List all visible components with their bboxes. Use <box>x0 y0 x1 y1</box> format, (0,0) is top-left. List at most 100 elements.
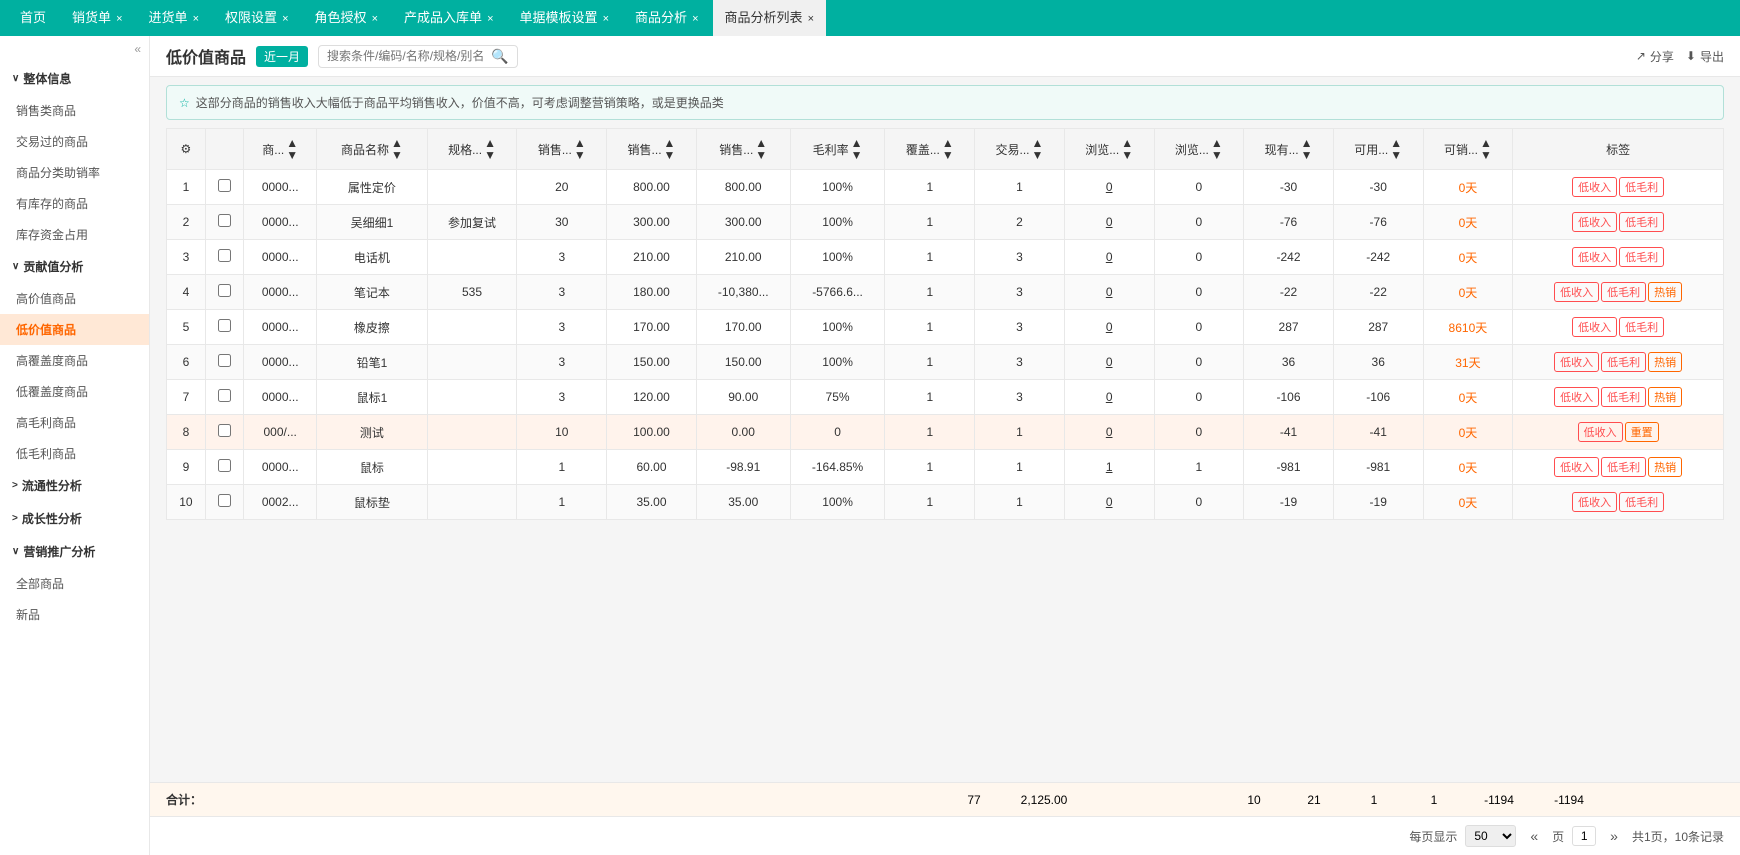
row-checkbox[interactable] <box>218 424 231 437</box>
row-browse1[interactable]: 0 <box>1064 415 1154 450</box>
browse1-link[interactable]: 1 <box>1106 460 1113 474</box>
sort-icon[interactable]: ▲▼ <box>286 137 298 161</box>
tag-低收入[interactable]: 低收入 <box>1572 317 1617 337</box>
sidebar-item-交易过的商品[interactable]: 交易过的商品 <box>0 126 149 157</box>
sidebar-item-高毛利商品[interactable]: 高毛利商品 <box>0 407 149 438</box>
nav-item-商品分析[interactable]: 商品分析 × <box>623 0 711 36</box>
sort-icon[interactable]: ▲▼ <box>755 137 767 161</box>
tag-低毛利[interactable]: 低毛利 <box>1619 212 1664 232</box>
sort-icon[interactable]: ▲▼ <box>1480 137 1492 161</box>
sidebar-item-销售类商品[interactable]: 销售类商品 <box>0 95 149 126</box>
browse1-link[interactable]: 0 <box>1106 390 1113 404</box>
tag-热销[interactable]: 热销 <box>1648 282 1682 302</box>
browse1-link[interactable]: 0 <box>1106 320 1113 334</box>
sidebar-item-高覆盖度商品[interactable]: 高覆盖度商品 <box>0 345 149 376</box>
row-checkbox[interactable] <box>218 319 231 332</box>
tag-低毛利[interactable]: 低毛利 <box>1601 352 1646 372</box>
tag-低毛利[interactable]: 低毛利 <box>1619 247 1664 267</box>
th-gross_rate[interactable]: 毛利率▲▼ <box>790 129 885 170</box>
tag-低毛利[interactable]: 低毛利 <box>1619 317 1664 337</box>
tag-重置[interactable]: 重置 <box>1625 422 1659 442</box>
sort-icon[interactable]: ▲▼ <box>391 137 403 161</box>
th-sales_qty[interactable]: 销售...▲▼ <box>517 129 607 170</box>
row-checkbox[interactable] <box>218 179 231 192</box>
sort-icon[interactable]: ▲▼ <box>484 137 496 161</box>
tag-低收入[interactable]: 低收入 <box>1554 352 1599 372</box>
collapse-btn[interactable]: « <box>0 36 149 62</box>
search-input[interactable] <box>327 49 487 63</box>
th-sales_profit[interactable]: 销售...▲▼ <box>696 129 790 170</box>
sort-icon[interactable]: ▲▼ <box>1032 137 1044 161</box>
row-checkbox[interactable] <box>218 494 231 507</box>
nav-item-产成品入库单[interactable]: 产成品入库单 × <box>392 0 506 36</box>
sidebar-item-低覆盖度商品[interactable]: 低覆盖度商品 <box>0 376 149 407</box>
nav-item-角色授权[interactable]: 角色授权 × <box>303 0 391 36</box>
th-sales_amt[interactable]: 销售...▲▼ <box>607 129 697 170</box>
row-browse1[interactable]: 0 <box>1064 205 1154 240</box>
tag-低收入[interactable]: 低收入 <box>1578 422 1623 442</box>
sidebar-item-全部商品[interactable]: 全部商品 <box>0 568 149 599</box>
tag-低收入[interactable]: 低收入 <box>1554 457 1599 477</box>
browse1-link[interactable]: 0 <box>1106 180 1113 194</box>
sidebar-item-新品[interactable]: 新品 <box>0 599 149 630</box>
prev-first-btn[interactable]: « <box>1524 826 1544 846</box>
nav-close-icon[interactable]: × <box>484 13 493 25</box>
tag-低毛利[interactable]: 低毛利 <box>1619 177 1664 197</box>
row-browse1[interactable]: 0 <box>1064 485 1154 520</box>
sidebar-section-贡献值分析[interactable]: ∨贡献值分析 <box>0 250 149 283</box>
row-checkbox[interactable] <box>218 284 231 297</box>
browse1-link[interactable]: 0 <box>1106 250 1113 264</box>
row-checkbox[interactable] <box>218 249 231 262</box>
browse1-link[interactable]: 0 <box>1106 425 1113 439</box>
tag-热销[interactable]: 热销 <box>1648 457 1682 477</box>
row-checkbox[interactable] <box>218 389 231 402</box>
sidebar-section-营销推广分析[interactable]: ∨营销推广分析 <box>0 535 149 568</box>
sort-icon[interactable]: ▲▼ <box>664 137 676 161</box>
sort-icon[interactable]: ▲▼ <box>1390 137 1402 161</box>
row-checkbox[interactable] <box>218 459 231 472</box>
tag-低毛利[interactable]: 低毛利 <box>1601 387 1646 407</box>
sidebar-item-商品分类助销率[interactable]: 商品分类助销率 <box>0 157 149 188</box>
sort-icon[interactable]: ▲▼ <box>1211 137 1223 161</box>
tag-低毛利[interactable]: 低毛利 <box>1619 492 1664 512</box>
sidebar-section-成长性分析[interactable]: >成长性分析 <box>0 502 149 535</box>
search-icon[interactable]: 🔍 <box>491 48 508 65</box>
export-button[interactable]: ⬇ 导出 <box>1686 48 1724 65</box>
tag-低收入[interactable]: 低收入 <box>1554 282 1599 302</box>
tag-低收入[interactable]: 低收入 <box>1572 212 1617 232</box>
sidebar-item-低价值商品[interactable]: 低价值商品 <box>0 314 149 345</box>
sort-icon[interactable]: ▲▼ <box>1121 137 1133 161</box>
nav-item-进货单[interactable]: 进货单 × <box>137 0 212 36</box>
th-name[interactable]: 商品名称▲▼ <box>317 129 427 170</box>
nav-item-商品分析列表[interactable]: 商品分析列表 × <box>713 0 827 36</box>
th-trade[interactable]: 交易...▲▼ <box>975 129 1065 170</box>
row-browse1[interactable]: 0 <box>1064 240 1154 275</box>
sidebar-section-整体信息[interactable]: ∨整体信息 <box>0 62 149 95</box>
row-browse1[interactable]: 1 <box>1064 450 1154 485</box>
nav-item-销货单[interactable]: 销货单 × <box>60 0 135 36</box>
share-button[interactable]: ↗ 分享 <box>1636 48 1674 65</box>
sidebar-item-低毛利商品[interactable]: 低毛利商品 <box>0 438 149 469</box>
th-stock1[interactable]: 现有...▲▼ <box>1244 129 1334 170</box>
browse1-link[interactable]: 0 <box>1106 355 1113 369</box>
nav-item-权限设置[interactable]: 权限设置 × <box>213 0 301 36</box>
tag-热销[interactable]: 热销 <box>1648 387 1682 407</box>
sidebar-section-流通性分析[interactable]: >流通性分析 <box>0 469 149 502</box>
row-browse1[interactable]: 0 <box>1064 380 1154 415</box>
nav-close-icon[interactable]: × <box>190 13 199 25</box>
sidebar-item-高价值商品[interactable]: 高价值商品 <box>0 283 149 314</box>
tag-低收入[interactable]: 低收入 <box>1554 387 1599 407</box>
next-last-btn[interactable]: » <box>1604 826 1624 846</box>
row-browse1[interactable]: 0 <box>1064 345 1154 380</box>
row-browse1[interactable]: 0 <box>1064 310 1154 345</box>
page-size-select[interactable]: 50 100 200 <box>1465 825 1516 847</box>
tag-低毛利[interactable]: 低毛利 <box>1601 282 1646 302</box>
row-checkbox[interactable] <box>218 354 231 367</box>
browse1-link[interactable]: 0 <box>1106 215 1113 229</box>
row-browse1[interactable]: 0 <box>1064 170 1154 205</box>
nav-close-icon[interactable]: × <box>369 13 378 25</box>
th-stock3[interactable]: 可销...▲▼ <box>1423 129 1513 170</box>
nav-close-icon[interactable]: × <box>279 13 288 25</box>
nav-item-单据模板设置[interactable]: 单据模板设置 × <box>508 0 622 36</box>
nav-item-首页[interactable]: 首页 <box>8 0 58 36</box>
